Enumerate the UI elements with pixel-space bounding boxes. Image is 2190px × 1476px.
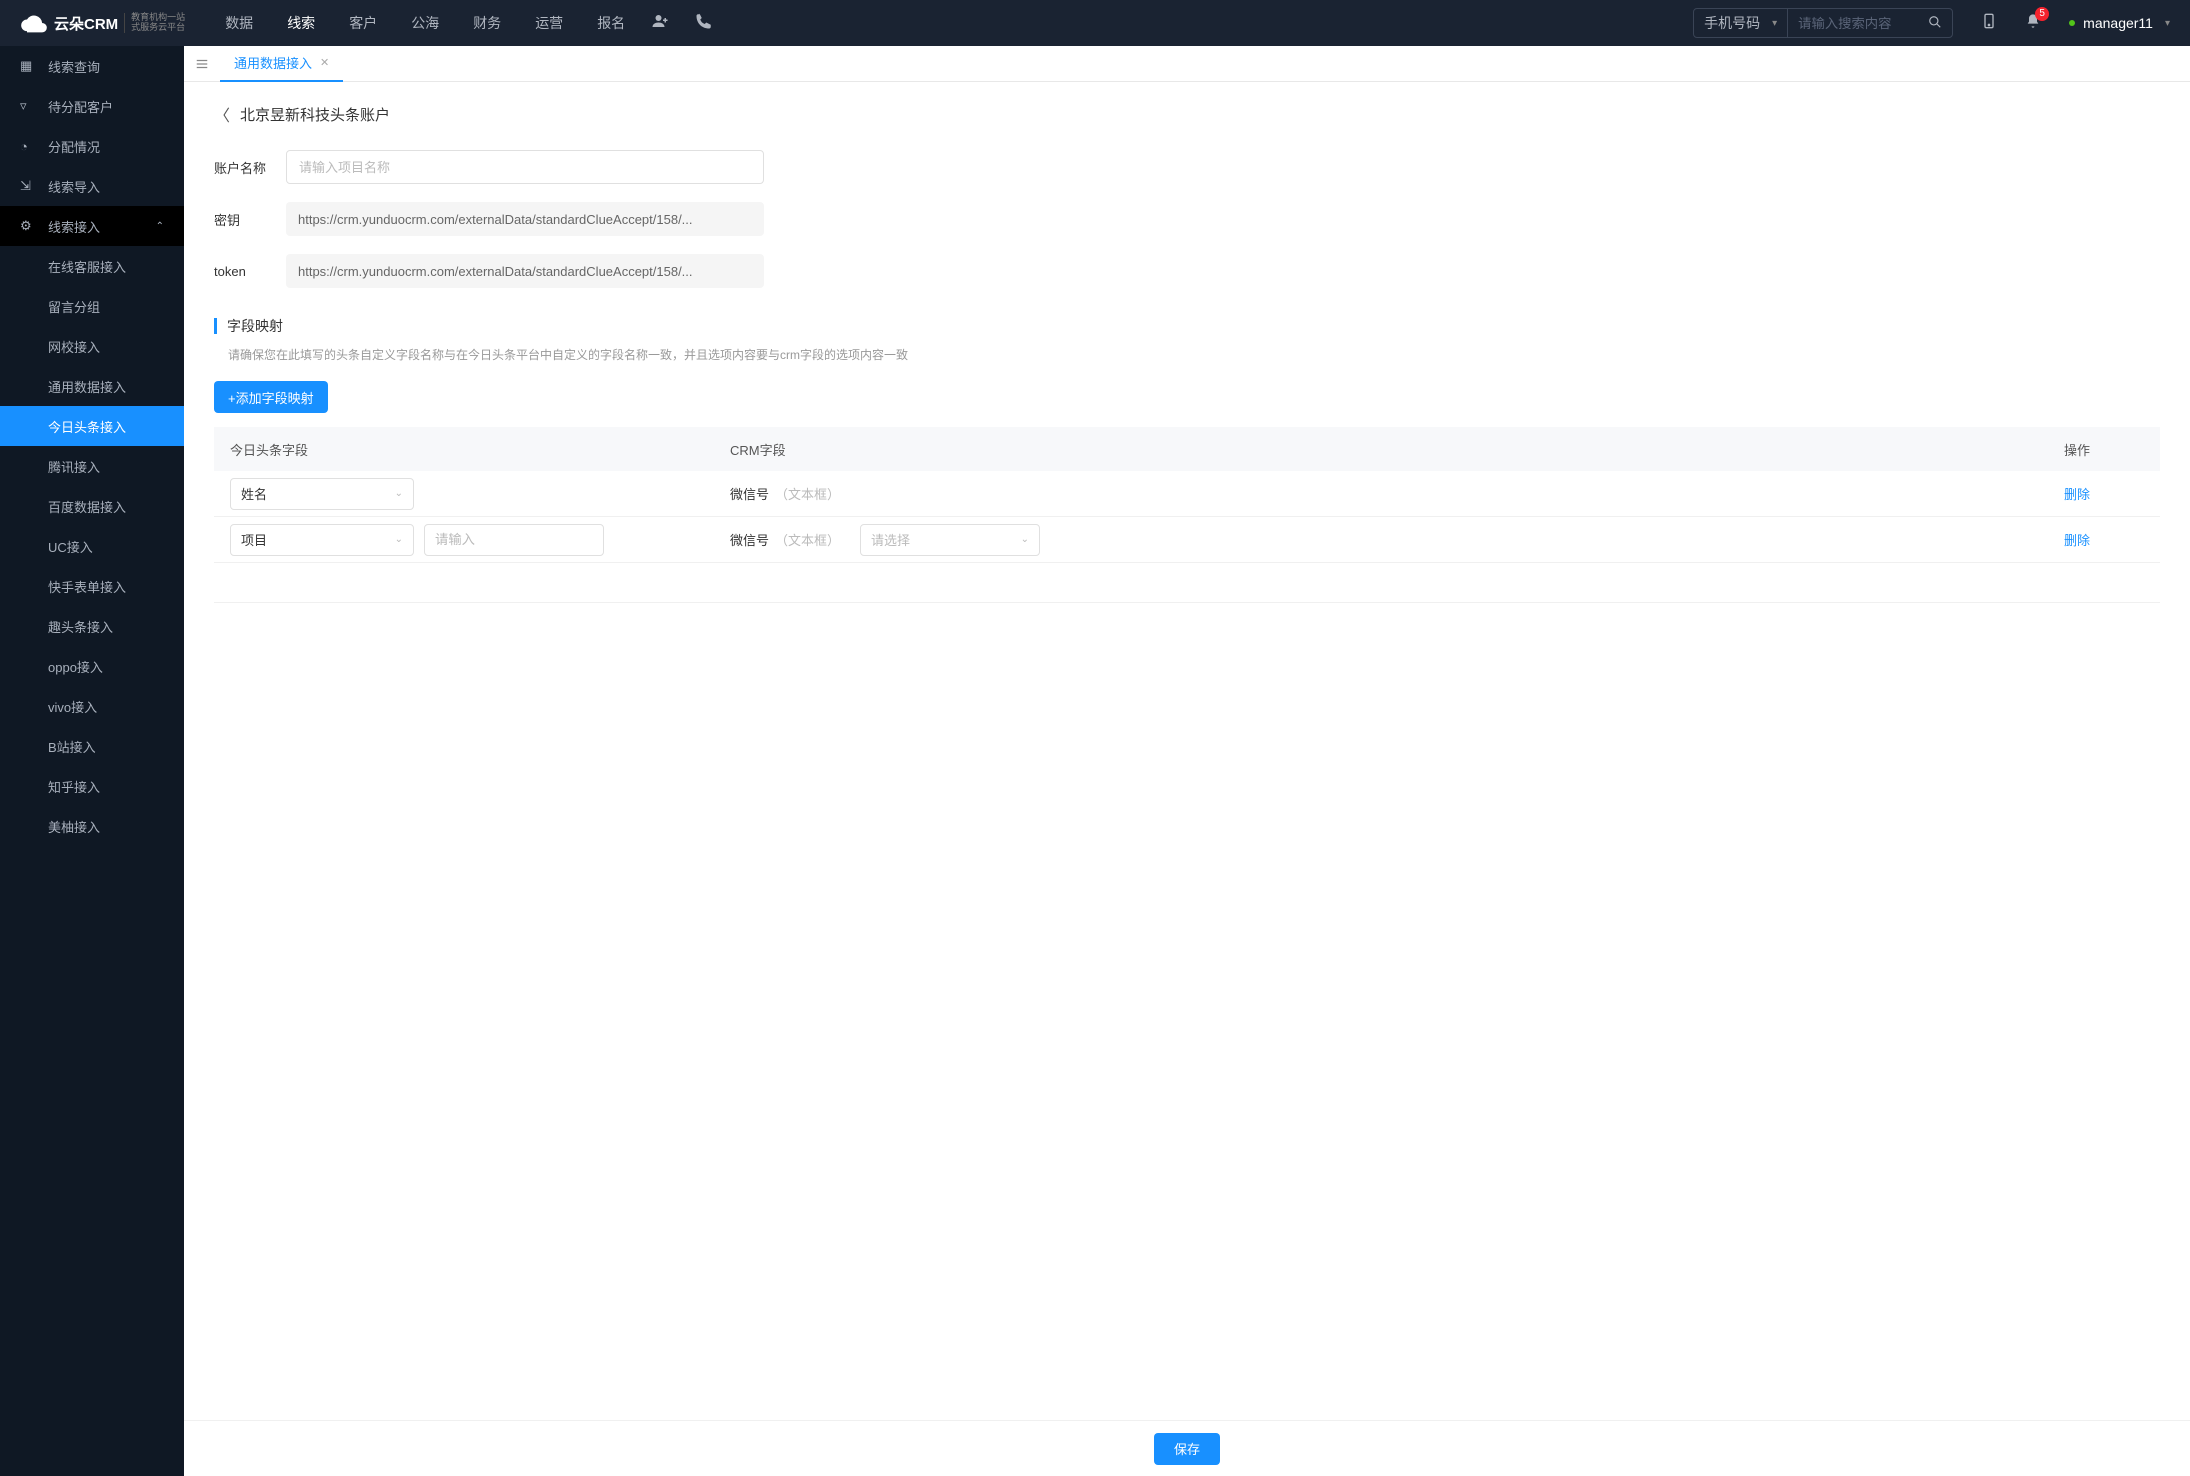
mapping-table: 今日头条字段 CRM字段 操作 姓名 ⌄ 微信号 （文本框） 删除 [214,427,2160,603]
logo: 云朵CRM 教育机构一站 式服务云平台 [20,9,185,37]
tab-active[interactable]: 通用数据接入 ✕ [220,46,343,82]
section-tip: 请确保您在此填写的头条自定义字段名称与在今日头条平台中自定义的字段名称一致，并且… [214,346,2160,363]
search-group: 手机号码 ▾ [1693,8,1953,38]
chevron-up-icon: ⌃ [156,221,164,232]
toutiao-extra-input[interactable] [424,524,604,556]
page-title: 北京昱新科技头条账户 [240,104,390,125]
section-title: 字段映射 [227,316,283,336]
sidebar-item[interactable]: ⇲线索导入 [0,166,184,206]
sidebar-subitem[interactable]: UC接入 [0,526,184,566]
sidebar-subitem[interactable]: 通用数据接入 [0,366,184,406]
mobile-icon[interactable] [1981,13,1997,34]
sidebar-subitem[interactable]: 腾讯接入 [0,446,184,486]
table-row: 姓名 ⌄ 微信号 （文本框） 删除 [214,471,2160,517]
crm-select[interactable]: 请选择 ⌄ [860,524,1040,556]
add-mapping-button[interactable]: +添加字段映射 [214,381,328,413]
chevron-down-icon: ⌄ [395,488,403,499]
sidebar-subitem[interactable]: vivo接入 [0,686,184,726]
sidebar-toggle-icon[interactable] [184,57,220,71]
sidebar-subitem[interactable]: 知乎接入 [0,766,184,806]
top-header: 云朵CRM 教育机构一站 式服务云平台 数据 线索 客户 公海 财务 运营 报名 手机号码 … [0,0,2190,46]
menu-icon: ▿ [20,98,36,114]
sidebar-item[interactable]: ⚙线索接入⌃ [0,206,184,246]
chevron-down-icon: ⌄ [395,534,403,545]
sidebar-subitem[interactable]: 趣头条接入 [0,606,184,646]
menu-icon: ⚙ [20,218,36,234]
toutiao-field-select[interactable]: 项目 ⌄ [230,524,414,556]
nav-item[interactable]: 线索 [287,13,315,33]
status-dot [2069,20,2075,26]
table-row: 项目 ⌄ 微信号 （文本框） 请选择 ⌄ 删除 [214,517,2160,563]
section-bar [214,318,217,334]
sidebar-subitem[interactable]: B站接入 [0,726,184,766]
section-header: 字段映射 [214,316,2160,336]
token-value: https://crm.yunduocrm.com/externalData/s… [286,254,764,288]
menu-icon: ▦ [20,58,36,74]
user-add-icon[interactable] [651,12,669,35]
toutiao-field-select[interactable]: 姓名 ⌄ [230,478,414,510]
sidebar-subitem[interactable]: 今日头条接入 [0,406,184,446]
nav-item[interactable]: 报名 [597,13,625,33]
sidebar-subitem[interactable]: 在线客服接入 [0,246,184,286]
sidebar-subitem[interactable]: 留言分组 [0,286,184,326]
th-toutiao: 今日头条字段 [230,440,730,459]
footer: 保存 [184,1420,2190,1476]
nav-item[interactable]: 公海 [411,13,439,33]
logo-text: 云朵CRM [54,13,118,34]
search-icon[interactable] [1918,15,1952,32]
crm-field-hint: （文本框） [775,530,840,549]
account-name-input[interactable] [286,150,764,184]
sidebar-item[interactable]: ▿待分配客户 [0,86,184,126]
th-action: 操作 [2064,440,2144,459]
nav-item[interactable]: 客户 [349,13,377,33]
sidebar-subitem[interactable]: 快手表单接入 [0,566,184,606]
search-type-select[interactable]: 手机号码 ▾ [1694,9,1788,37]
chevron-down-icon: ▾ [2165,18,2170,29]
tabs-bar: 通用数据接入 ✕ [184,46,2190,82]
crm-field-hint: （文本框） [775,487,840,502]
nav-item[interactable]: 运营 [535,13,563,33]
logo-subtitle: 教育机构一站 式服务云平台 [124,13,185,33]
cloud-icon [20,9,48,37]
search-input[interactable] [1788,16,1918,31]
main-area: 通用数据接入 ✕ 〈 北京昱新科技头条账户 账户名称 密钥 https://cr… [184,46,2190,1476]
save-button[interactable]: 保存 [1154,1433,1220,1465]
phone-icon[interactable] [695,12,713,35]
sidebar-subitem[interactable]: oppo接入 [0,646,184,686]
table-header: 今日头条字段 CRM字段 操作 [214,427,2160,471]
nav-item[interactable]: 数据 [225,13,253,33]
chevron-down-icon: ⌄ [1021,534,1029,545]
secret-value: https://crm.yunduocrm.com/externalData/s… [286,202,764,236]
sidebar-item[interactable]: ▦线索查询 [0,46,184,86]
back-icon[interactable]: 〈 [214,102,230,126]
token-label: token [214,264,286,279]
breadcrumb: 〈 北京昱新科技头条账户 [214,102,2160,126]
delete-link[interactable]: 删除 [2064,533,2090,548]
content: 〈 北京昱新科技头条账户 账户名称 密钥 https://crm.yunduoc… [184,82,2190,1420]
sidebar-subitem[interactable]: 美柚接入 [0,806,184,846]
sidebar-item[interactable]: ◔分配情况 [0,126,184,166]
user-menu[interactable]: manager11 ▾ [2069,15,2170,31]
secret-label: 密钥 [214,210,286,229]
delete-link[interactable]: 删除 [2064,487,2090,502]
sidebar-subitem[interactable]: 百度数据接入 [0,486,184,526]
notification-badge: 5 [2035,7,2049,21]
th-crm: CRM字段 [730,440,2064,459]
menu-icon: ◔ [20,139,36,154]
main-nav: 数据 线索 客户 公海 财务 运营 报名 [225,13,625,33]
sidebar: ▦线索查询▿待分配客户◔分配情况⇲线索导入⚙线索接入⌃在线客服接入留言分组网校接… [0,46,184,1476]
menu-icon: ⇲ [20,178,36,194]
bell-icon[interactable]: 5 [2025,13,2041,34]
nav-item[interactable]: 财务 [473,13,501,33]
chevron-down-icon: ▾ [1772,18,1777,29]
crm-field-value: 微信号 [730,487,769,502]
sidebar-subitem[interactable]: 网校接入 [0,326,184,366]
close-icon[interactable]: ✕ [320,56,329,69]
crm-field-value: 微信号 [730,530,769,549]
username: manager11 [2083,15,2153,31]
account-name-label: 账户名称 [214,158,286,177]
